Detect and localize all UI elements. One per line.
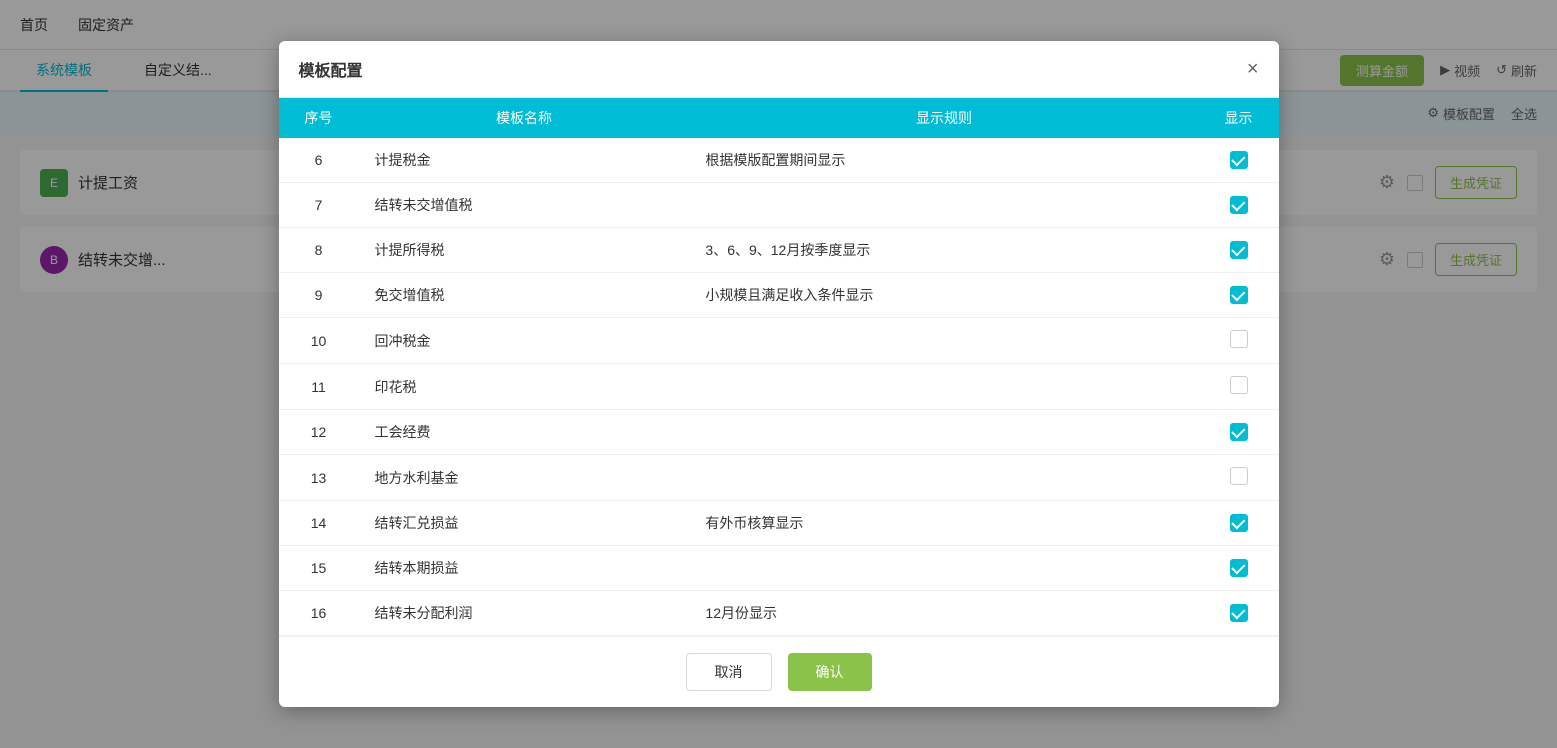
row-rule [689, 364, 1198, 410]
row-id: 11 [279, 364, 359, 410]
row-id: 16 [279, 591, 359, 636]
table-row: 13地方水利基金 [279, 455, 1279, 501]
table-row: 10回冲税金 [279, 318, 1279, 364]
row-name: 计提税金 [359, 138, 690, 183]
table-row: 7结转未交增值税 [279, 183, 1279, 228]
row-id: 6 [279, 138, 359, 183]
row-checkbox[interactable] [1230, 604, 1248, 622]
table-row: 9免交增值税小规模且满足收入条件显示 [279, 273, 1279, 318]
row-id: 10 [279, 318, 359, 364]
row-checkbox-cell [1199, 364, 1279, 410]
row-id: 7 [279, 183, 359, 228]
row-rule: 3、6、9、12月按季度显示 [689, 228, 1198, 273]
row-name: 回冲税金 [359, 318, 690, 364]
row-rule: 12月份显示 [689, 591, 1198, 636]
row-checkbox[interactable] [1230, 286, 1248, 304]
row-checkbox-cell [1199, 138, 1279, 183]
row-checkbox-cell [1199, 273, 1279, 318]
row-checkbox-cell [1199, 228, 1279, 273]
row-id: 8 [279, 228, 359, 273]
row-id: 15 [279, 546, 359, 591]
config-table: 序号 模板名称 显示规则 显示 6计提税金根据模版配置期间显示7结转未交增值税8… [279, 98, 1279, 636]
row-id: 14 [279, 501, 359, 546]
modal-overlay: 模板配置 × 序号 模板名称 显示规则 显示 6计提税金根据模版配置期间显示7结… [0, 0, 1557, 748]
row-rule [689, 455, 1198, 501]
col-header-name: 模板名称 [359, 98, 690, 138]
table-row: 11印花税 [279, 364, 1279, 410]
row-checkbox-cell [1199, 410, 1279, 455]
row-name: 免交增值税 [359, 273, 690, 318]
modal-body: 序号 模板名称 显示规则 显示 6计提税金根据模版配置期间显示7结转未交增值税8… [279, 98, 1279, 636]
table-row: 14结转汇兑损益有外币核算显示 [279, 501, 1279, 546]
row-checkbox[interactable] [1230, 196, 1248, 214]
row-checkbox[interactable] [1230, 376, 1248, 394]
row-rule: 根据模版配置期间显示 [689, 138, 1198, 183]
row-name: 结转汇兑损益 [359, 501, 690, 546]
row-rule: 有外币核算显示 [689, 501, 1198, 546]
row-checkbox-cell [1199, 183, 1279, 228]
confirm-button[interactable]: 确认 [788, 653, 872, 691]
row-name: 结转未分配利润 [359, 591, 690, 636]
modal-title: 模板配置 [299, 57, 363, 81]
table-row: 6计提税金根据模版配置期间显示 [279, 138, 1279, 183]
row-checkbox[interactable] [1230, 241, 1248, 259]
close-icon[interactable]: × [1247, 59, 1259, 79]
col-header-id: 序号 [279, 98, 359, 138]
row-checkbox[interactable] [1230, 330, 1248, 348]
row-checkbox-cell [1199, 501, 1279, 546]
row-checkbox-cell [1199, 318, 1279, 364]
table-row: 15结转本期损益 [279, 546, 1279, 591]
table-header-row: 序号 模板名称 显示规则 显示 [279, 98, 1279, 138]
col-header-show: 显示 [1199, 98, 1279, 138]
row-name: 印花税 [359, 364, 690, 410]
row-name: 结转本期损益 [359, 546, 690, 591]
row-checkbox[interactable] [1230, 423, 1248, 441]
modal-template-config: 模板配置 × 序号 模板名称 显示规则 显示 6计提税金根据模版配置期间显示7结… [279, 41, 1279, 707]
row-id: 12 [279, 410, 359, 455]
row-id: 9 [279, 273, 359, 318]
row-name: 结转未交增值税 [359, 183, 690, 228]
row-checkbox-cell [1199, 591, 1279, 636]
row-name: 地方水利基金 [359, 455, 690, 501]
row-name: 计提所得税 [359, 228, 690, 273]
row-rule [689, 183, 1198, 228]
modal-footer: 取消 确认 [279, 636, 1279, 707]
cancel-button[interactable]: 取消 [686, 653, 772, 691]
row-rule: 小规模且满足收入条件显示 [689, 273, 1198, 318]
table-row: 12工会经费 [279, 410, 1279, 455]
modal-header: 模板配置 × [279, 41, 1279, 98]
row-checkbox-cell [1199, 546, 1279, 591]
row-checkbox[interactable] [1230, 514, 1248, 532]
row-rule [689, 410, 1198, 455]
row-checkbox[interactable] [1230, 559, 1248, 577]
row-checkbox[interactable] [1230, 151, 1248, 169]
row-checkbox-cell [1199, 455, 1279, 501]
table-row: 8计提所得税3、6、9、12月按季度显示 [279, 228, 1279, 273]
row-rule [689, 546, 1198, 591]
table-row: 16结转未分配利润12月份显示 [279, 591, 1279, 636]
row-rule [689, 318, 1198, 364]
row-id: 13 [279, 455, 359, 501]
row-checkbox[interactable] [1230, 467, 1248, 485]
col-header-rule: 显示规则 [689, 98, 1198, 138]
row-name: 工会经费 [359, 410, 690, 455]
